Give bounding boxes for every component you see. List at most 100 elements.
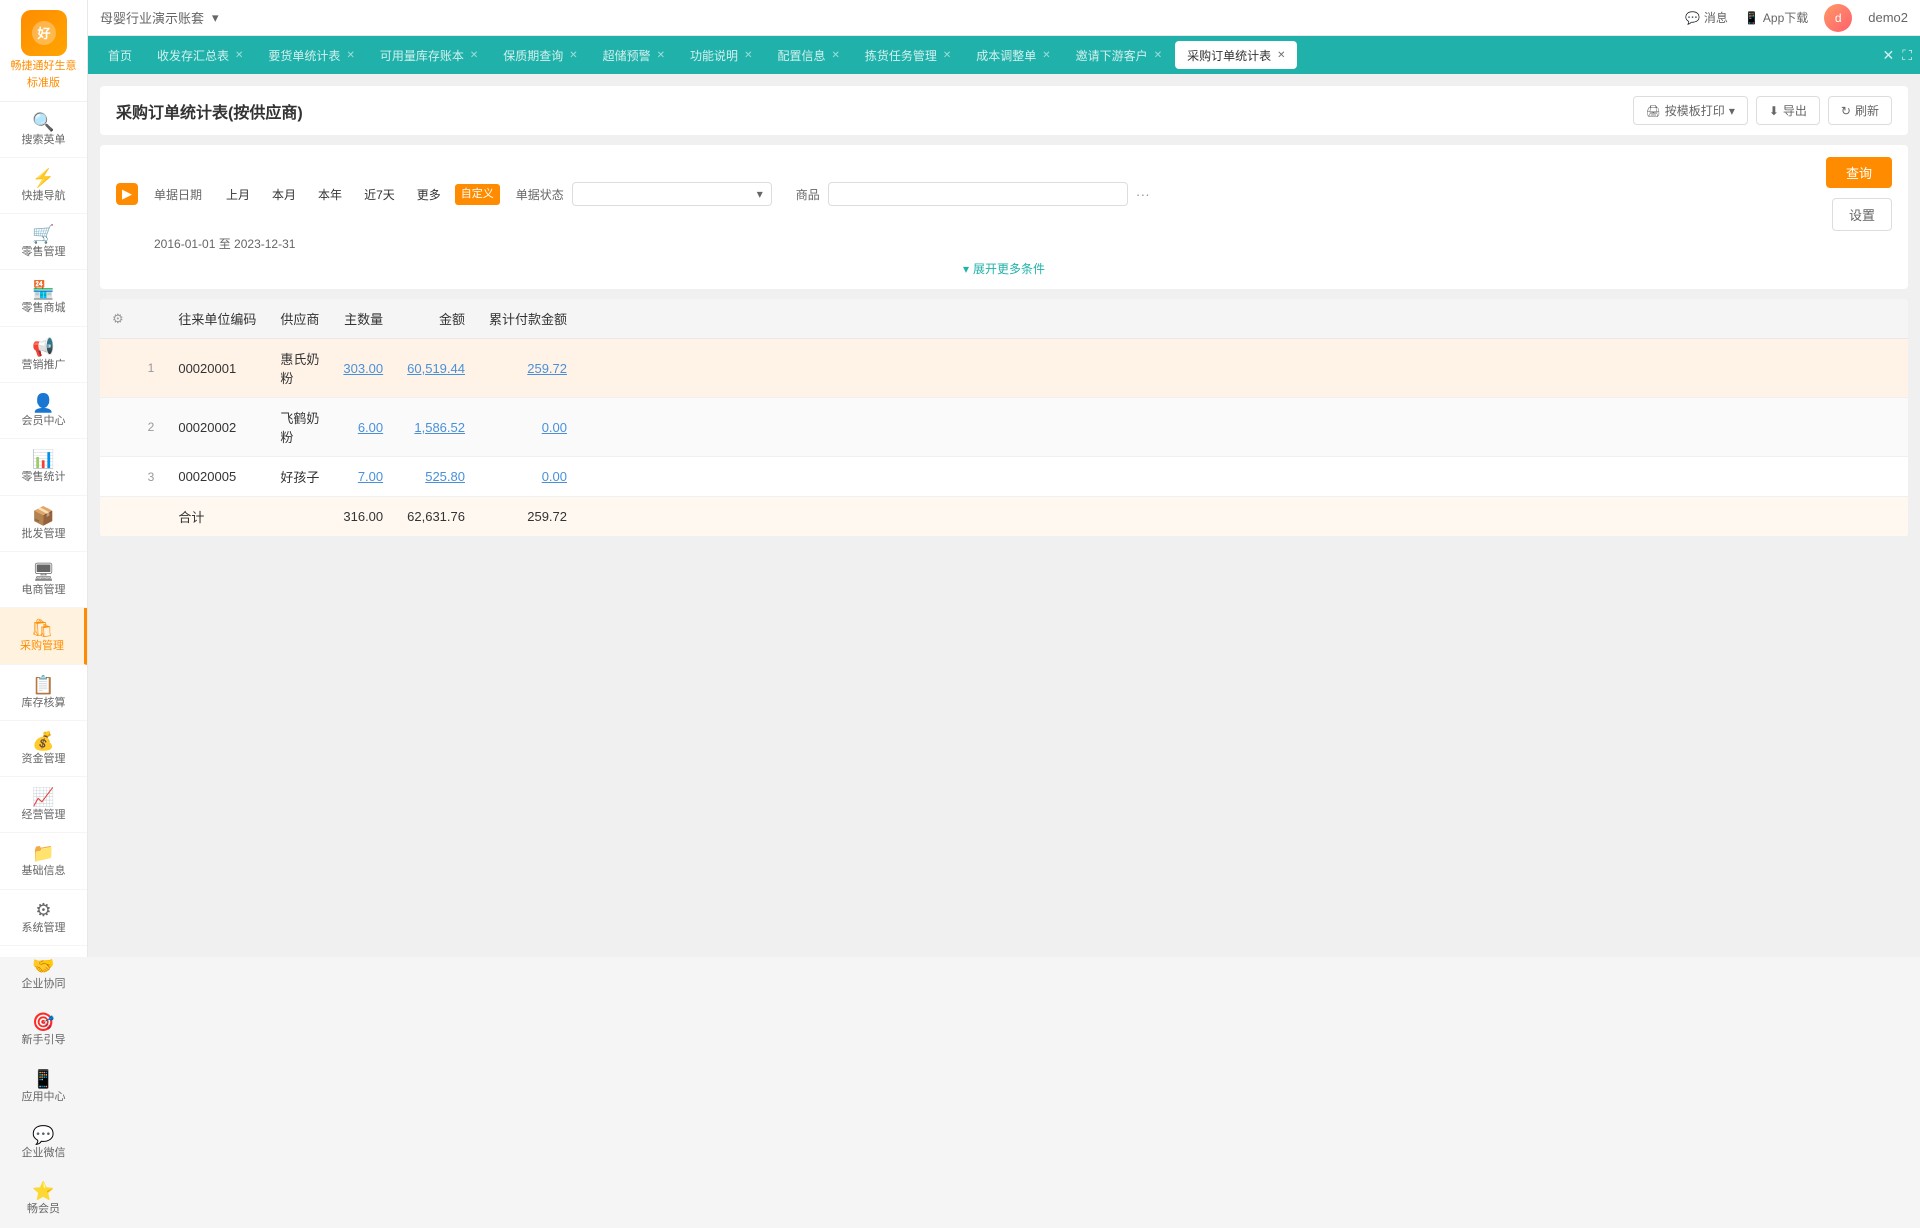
refresh-button[interactable]: ↻ 刷新 [1828, 96, 1892, 125]
sidebar-item-member2[interactable]: ⭐畅会员 [0, 1171, 87, 1227]
tab-close-purchase-stat[interactable]: ✕ [1277, 50, 1285, 61]
page-title: 采购订单统计表(按供应商) [116, 99, 303, 123]
sidebar-item-search[interactable]: 🔍搜索英单 [0, 102, 87, 158]
sidebar-item-retail-stat[interactable]: 📊零售统计 [0, 439, 87, 495]
cell-amount-2[interactable]: 525.80 [395, 457, 477, 497]
tabbar-actions: ✕ ⛶ [1882, 47, 1912, 64]
tab-close-cost-adjust[interactable]: ✕ [1042, 50, 1050, 61]
tab-overstock-alert[interactable]: 超储预警✕ [591, 41, 677, 69]
sidebar-item-finance[interactable]: 💰资金管理 [0, 721, 87, 777]
date-btn-this-year[interactable]: 本年 [310, 184, 350, 205]
sidebar-item-ecommerce[interactable]: 🖥电商管理 [0, 552, 87, 608]
sidebar-item-basic[interactable]: 📁基础信息 [0, 833, 87, 889]
table-area: ⚙ 往来单位编码 供应商 主数量 金额 累计付款金额 1 00020001 惠氏… [100, 299, 1908, 537]
sidebar-item-inventory[interactable]: 📋库存核算 [0, 665, 87, 721]
tab-invite-downstream[interactable]: 邀请下游客户✕ [1064, 41, 1174, 69]
setting-button[interactable]: 设置 [1832, 198, 1892, 231]
expand-more-button[interactable]: ▾ 展开更多条件 [963, 260, 1045, 277]
table-row[interactable]: 1 00020001 惠氏奶粉 303.00 60,519.44 259.72 [100, 339, 1908, 398]
username-label[interactable]: demo2 [1868, 10, 1908, 25]
tab-close-config-info[interactable]: ✕ [831, 50, 839, 61]
column-settings-icon[interactable]: ⚙ [112, 311, 124, 326]
cell-paid-2[interactable]: 0.00 [477, 457, 579, 497]
tab-expiry-query[interactable]: 保质期查询 ✕ [491, 41, 589, 69]
cell-qty-2[interactable]: 7.00 [331, 457, 395, 497]
status-select[interactable]: ▾ [572, 182, 772, 206]
message-button[interactable]: 💬 消息 [1685, 9, 1728, 26]
cell-seq-0: 1 [136, 339, 167, 398]
print-button[interactable]: 🖨 按模板打印 ▾ [1633, 96, 1748, 125]
tab-close-inventory-book[interactable]: ✕ [470, 50, 478, 61]
workspace-dropdown-icon[interactable]: ▾ [212, 10, 219, 26]
date-btn-more[interactable]: 更多 [409, 184, 449, 205]
tab-label-expiry-query: 保质期查询 [503, 47, 563, 64]
tab-close-expiry-query[interactable]: ✕ [569, 50, 577, 61]
tab-receive-send[interactable]: 收发存汇总表✕ [145, 41, 255, 69]
avatar[interactable]: d [1824, 4, 1852, 32]
cell-amount-1[interactable]: 1,586.52 [395, 398, 477, 457]
tab-close-invite-downstream[interactable]: ✕ [1154, 50, 1162, 61]
tab-close-overstock-alert[interactable]: ✕ [657, 50, 665, 61]
tab-close-function-desc[interactable]: ✕ [744, 50, 752, 61]
sidebar-item-purchase[interactable]: 🛍采购管理 [0, 608, 87, 664]
sidebar-item-retail[interactable]: 🛒零售管理 [0, 214, 87, 270]
tab-cost-adjust[interactable]: 成本调整单✕ [964, 41, 1062, 69]
tab-purchase-stat[interactable]: 采购订单统计表 ✕ [1175, 41, 1297, 69]
fullscreen-icon[interactable]: ⛶ [1902, 47, 1912, 64]
date-btn-this-month[interactable]: 本月 [264, 184, 304, 205]
date-btn-7days[interactable]: 近7天 [356, 184, 403, 205]
tab-close-goods-stat[interactable]: ✕ [346, 50, 354, 61]
col-unit-code: 往来单位编码 [166, 299, 268, 339]
tab-pick-task[interactable]: 拣货任务管理✕ [853, 41, 963, 69]
cell-paid-1[interactable]: 0.00 [477, 398, 579, 457]
sidebar: 好 畅捷通好生意 标准版 🔍搜索英单⚡快捷导航🛒零售管理🏪零售商城📢营销推广👤会… [0, 0, 88, 957]
tab-inventory-book[interactable]: 可用量库存账本 ✕ [368, 41, 490, 69]
footer-empty2 [136, 497, 167, 537]
close-tab-icon[interactable]: ✕ [1882, 47, 1894, 64]
cell-qty-1[interactable]: 6.00 [331, 398, 395, 457]
tab-label-purchase-stat: 采购订单统计表 [1187, 47, 1271, 64]
sidebar-item-quick-nav[interactable]: ⚡快捷导航 [0, 158, 87, 214]
sidebar-item-wholesale[interactable]: 📦批发管理 [0, 496, 87, 552]
col-supplier: 供应商 [268, 299, 331, 339]
expand-icon: ▾ [963, 262, 969, 276]
sidebar-item-app-center[interactable]: 📱应用中心 [0, 1059, 87, 1115]
sidebar-item-newbie[interactable]: 🎯新手引导 [0, 1002, 87, 1058]
sidebar-item-retail-shop[interactable]: 🏪零售商城 [0, 270, 87, 326]
tab-goods-stat[interactable]: 要货单统计表✕ [256, 41, 366, 69]
sidebar-item-enterprise[interactable]: 🤝企业协同 [0, 946, 87, 1002]
sidebar-item-operation[interactable]: 📈经营管理 [0, 777, 87, 833]
sidebar-item-system[interactable]: ⚙系统管理 [0, 890, 87, 946]
sidebar-item-marketing[interactable]: 📢营销推广 [0, 327, 87, 383]
cell-amount-0[interactable]: 60,519.44 [395, 339, 477, 398]
sidebar-item-member[interactable]: 👤会员中心 [0, 383, 87, 439]
status-select-arrow: ▾ [757, 187, 763, 201]
date-btn-last-month[interactable]: 上月 [218, 184, 258, 205]
goods-input[interactable] [828, 182, 1128, 206]
date-range-display: 2016-01-01 至 2023-12-31 [154, 235, 1892, 252]
cell-paid-0[interactable]: 259.72 [477, 339, 579, 398]
table-row[interactable]: 2 00020002 飞鹤奶粉 6.00 1,586.52 0.00 [100, 398, 1908, 457]
filter-toggle-button[interactable]: ▶ [116, 183, 138, 205]
table-row[interactable]: 3 00020005 好孩子 7.00 525.80 0.00 [100, 457, 1908, 497]
footer-main-qty: 316.00 [331, 497, 395, 537]
export-icon: ⬇ [1769, 104, 1779, 118]
tab-label-inventory-book: 可用量库存账本 [380, 47, 464, 64]
tab-close-receive-send[interactable]: ✕ [235, 50, 243, 61]
query-button[interactable]: 查询 [1826, 157, 1892, 188]
tab-close-pick-task[interactable]: ✕ [943, 50, 951, 61]
cell-qty-0[interactable]: 303.00 [331, 339, 395, 398]
expand-label: 展开更多条件 [973, 260, 1045, 277]
footer-label: 合计 [166, 497, 268, 537]
data-table: ⚙ 往来单位编码 供应商 主数量 金额 累计付款金额 1 00020001 惠氏… [100, 299, 1908, 537]
tab-home[interactable]: 首页 [96, 41, 144, 69]
sidebar-item-enterprise-wx[interactable]: 💬企业微信 [0, 1115, 87, 1171]
tab-function-desc[interactable]: 功能说明✕ [678, 41, 764, 69]
filter-row: ▶ 单据日期 上月 本月 本年 近7天 更多 自定义 单据状态 ▾ [116, 157, 1892, 231]
custom-date-badge[interactable]: 自定义 [455, 184, 500, 205]
expand-more-section: ▾ 展开更多条件 [116, 252, 1892, 277]
goods-more-icon[interactable]: ··· [1136, 186, 1150, 202]
export-button[interactable]: ⬇ 导出 [1756, 96, 1820, 125]
app-download-button[interactable]: 📱 App下载 [1744, 9, 1808, 26]
tab-config-info[interactable]: 配置信息✕ [765, 41, 851, 69]
